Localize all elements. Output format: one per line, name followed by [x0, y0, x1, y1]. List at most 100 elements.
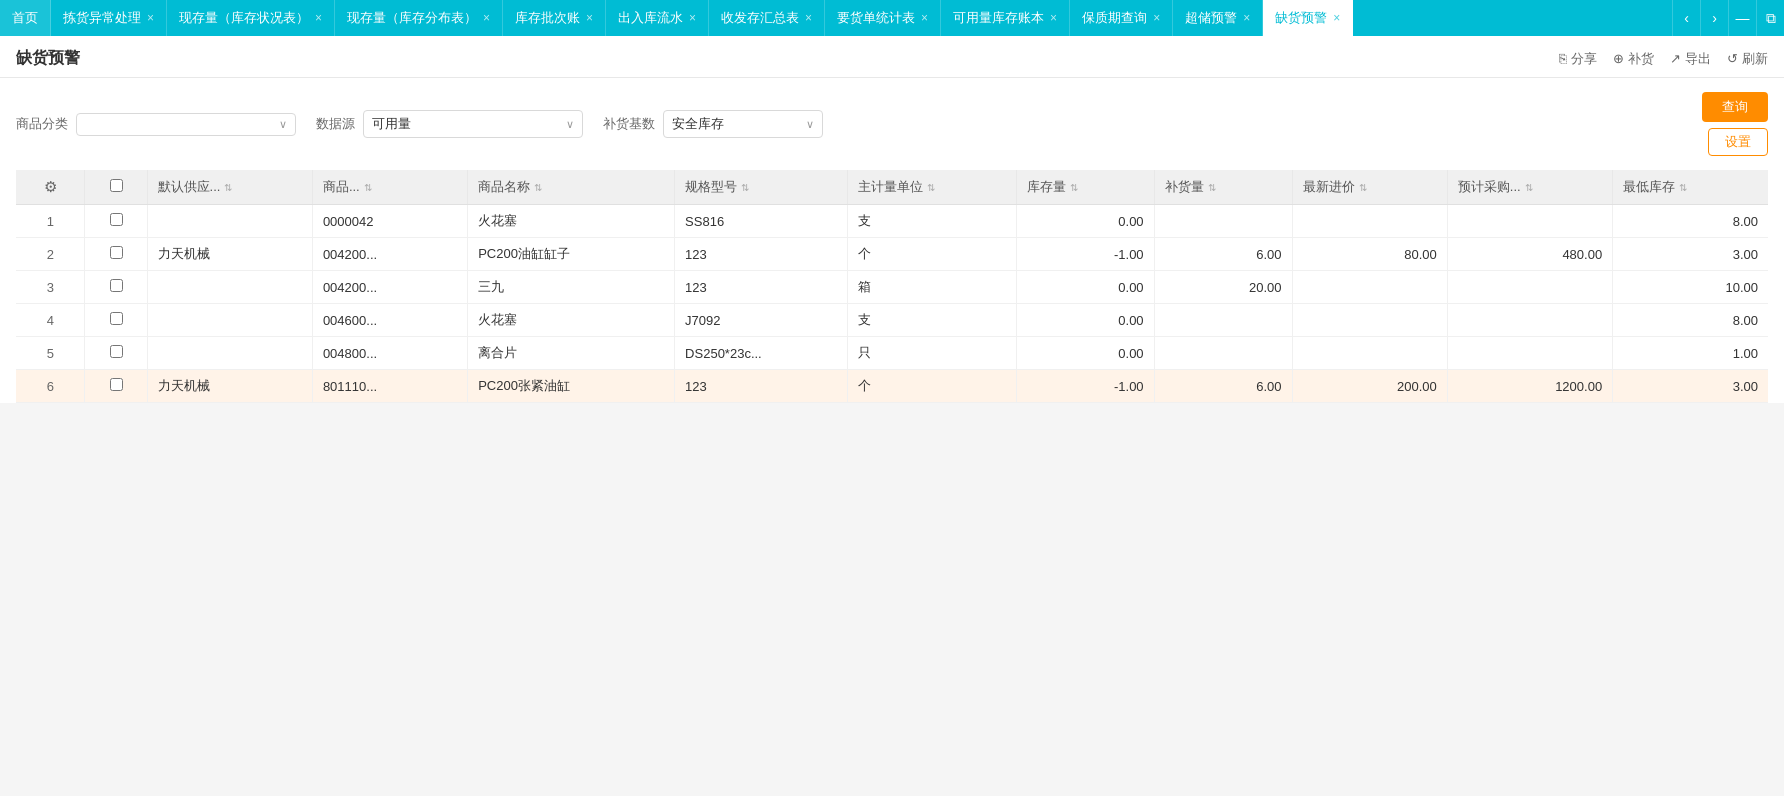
page-title: 缺货预警 — [16, 48, 1559, 69]
export-label: 导出 — [1685, 50, 1711, 68]
tab-batch-account[interactable]: 库存批次账 × — [503, 0, 606, 36]
tab-order-stat[interactable]: 要货单统计表 × — [825, 0, 941, 36]
th-latest-price[interactable]: 最新进价 ⇅ — [1292, 170, 1447, 205]
th-name[interactable]: 商品名称 ⇅ — [468, 170, 675, 205]
row-checkbox[interactable] — [110, 345, 123, 358]
replenish-base-value: 安全库存 — [672, 115, 724, 133]
table-row[interactable]: 3 004200... 三九 123 箱 0.00 20.00 10.00 — [16, 271, 1768, 304]
tab-shortage-warn[interactable]: 缺货预警 × — [1263, 0, 1353, 36]
cell-stock: -1.00 — [1016, 370, 1154, 403]
tab-abnormal[interactable]: 拣货异常处理 × — [51, 0, 167, 36]
tab-close-icon[interactable]: × — [1333, 11, 1340, 25]
cell-unit: 只 — [847, 337, 1016, 370]
gear-icon[interactable]: ⚙ — [44, 178, 57, 196]
th-spec[interactable]: 规格型号 ⇅ — [675, 170, 847, 205]
chevron-down-icon: ∨ — [566, 118, 574, 131]
tab-close-icon[interactable]: × — [315, 11, 322, 25]
tab-close-icon[interactable]: × — [1153, 11, 1160, 25]
data-table-wrapper: ⚙ 默认供应... ⇅ 商品... — [0, 170, 1784, 403]
tab-close-icon[interactable]: × — [805, 11, 812, 25]
th-min-stock[interactable]: 最低库存 ⇅ — [1613, 170, 1768, 205]
tab-inout-flow[interactable]: 出入库流水 × — [606, 0, 709, 36]
tab-next-button[interactable]: › — [1700, 0, 1728, 36]
cell-index: 4 — [16, 304, 85, 337]
table-row[interactable]: 6 力天机械 801110... PC200张紧油缸 123 个 -1.00 6… — [16, 370, 1768, 403]
category-select[interactable]: ∨ — [76, 113, 296, 136]
th-code[interactable]: 商品... ⇅ — [312, 170, 467, 205]
cell-replenish — [1154, 337, 1292, 370]
cell-code: 0000042 — [312, 205, 467, 238]
table-header-row: ⚙ 默认供应... ⇅ 商品... — [16, 170, 1768, 205]
replenish-button[interactable]: ⊕ 补货 — [1613, 50, 1654, 68]
replenish-label: 补货 — [1628, 50, 1654, 68]
refresh-label: 刷新 — [1742, 50, 1768, 68]
tab-restore-button[interactable]: ⧉ — [1756, 0, 1784, 36]
row-checkbox[interactable] — [110, 213, 123, 226]
settings-button[interactable]: 设置 — [1708, 128, 1768, 156]
cell-checkbox[interactable] — [85, 205, 147, 238]
tab-label: 拣货异常处理 — [63, 9, 141, 27]
export-icon: ↗ — [1670, 51, 1681, 66]
tab-collect-summary[interactable]: 收发存汇总表 × — [709, 0, 825, 36]
cell-supplier — [147, 304, 312, 337]
cell-supplier — [147, 337, 312, 370]
row-checkbox[interactable] — [110, 246, 123, 259]
query-button[interactable]: 查询 — [1702, 92, 1768, 122]
cell-checkbox[interactable] — [85, 337, 147, 370]
cell-replenish: 20.00 — [1154, 271, 1292, 304]
share-button[interactable]: ⎘ 分享 — [1559, 50, 1597, 68]
table-row[interactable]: 1 0000042 火花塞 SS816 支 0.00 8.00 — [16, 205, 1768, 238]
tab-close-icon[interactable]: × — [1050, 11, 1057, 25]
th-stock[interactable]: 库存量 ⇅ — [1016, 170, 1154, 205]
select-all-checkbox[interactable] — [110, 179, 123, 192]
cell-est-purchase — [1447, 337, 1612, 370]
cell-checkbox[interactable] — [85, 238, 147, 271]
cell-name: PC200油缸缸子 — [468, 238, 675, 271]
datasource-select[interactable]: 可用量 ∨ — [363, 110, 583, 138]
tab-home[interactable]: 首页 — [0, 0, 51, 36]
tab-expiry-query[interactable]: 保质期查询 × — [1070, 0, 1173, 36]
cell-latest-price — [1292, 205, 1447, 238]
row-checkbox[interactable] — [110, 378, 123, 391]
th-unit[interactable]: 主计量单位 ⇅ — [847, 170, 1016, 205]
tab-prev-button[interactable]: ‹ — [1672, 0, 1700, 36]
tab-close-icon[interactable]: × — [586, 11, 593, 25]
tab-bar: 首页 拣货异常处理 × 现存量（库存状况表） × 现存量（库存分布表） × 库存… — [0, 0, 1784, 36]
cell-checkbox[interactable] — [85, 304, 147, 337]
tab-stock-dist[interactable]: 现存量（库存分布表） × — [335, 0, 503, 36]
tab-avail-ledger[interactable]: 可用量库存账本 × — [941, 0, 1070, 36]
cell-stock: 0.00 — [1016, 337, 1154, 370]
refresh-button[interactable]: ↺ 刷新 — [1727, 50, 1768, 68]
data-table: ⚙ 默认供应... ⇅ 商品... — [16, 170, 1768, 403]
tab-stock-status[interactable]: 现存量（库存状况表） × — [167, 0, 335, 36]
tab-close-icon[interactable]: × — [1243, 11, 1250, 25]
table-row[interactable]: 2 力天机械 004200... PC200油缸缸子 123 个 -1.00 6… — [16, 238, 1768, 271]
th-settings[interactable]: ⚙ — [16, 170, 85, 205]
row-checkbox[interactable] — [110, 312, 123, 325]
th-est-purchase[interactable]: 预计采购... ⇅ — [1447, 170, 1612, 205]
replenish-base-select[interactable]: 安全库存 ∨ — [663, 110, 823, 138]
tab-close-icon[interactable]: × — [147, 11, 154, 25]
row-checkbox[interactable] — [110, 279, 123, 292]
table-row[interactable]: 4 004600... 火花塞 J7092 支 0.00 8.00 — [16, 304, 1768, 337]
cell-replenish: 6.00 — [1154, 370, 1292, 403]
share-label: 分享 — [1571, 50, 1597, 68]
tab-label: 保质期查询 — [1082, 9, 1147, 27]
sort-icon: ⇅ — [1359, 182, 1367, 193]
th-stock-label: 库存量 — [1027, 178, 1066, 196]
table-row[interactable]: 5 004800... 离合片 DS250*23c... 只 0.00 1.00 — [16, 337, 1768, 370]
cell-checkbox[interactable] — [85, 271, 147, 304]
tab-close-icon[interactable]: × — [483, 11, 490, 25]
cell-checkbox[interactable] — [85, 370, 147, 403]
export-button[interactable]: ↗ 导出 — [1670, 50, 1711, 68]
tab-minimize-button[interactable]: — — [1728, 0, 1756, 36]
tab-label: 超储预警 — [1185, 9, 1237, 27]
cell-supplier — [147, 205, 312, 238]
cell-spec: DS250*23c... — [675, 337, 847, 370]
th-supplier[interactable]: 默认供应... ⇅ — [147, 170, 312, 205]
th-replenish[interactable]: 补货量 ⇅ — [1154, 170, 1292, 205]
tab-close-icon[interactable]: × — [921, 11, 928, 25]
tab-close-icon[interactable]: × — [689, 11, 696, 25]
cell-index: 3 — [16, 271, 85, 304]
tab-overstock-warn[interactable]: 超储预警 × — [1173, 0, 1263, 36]
